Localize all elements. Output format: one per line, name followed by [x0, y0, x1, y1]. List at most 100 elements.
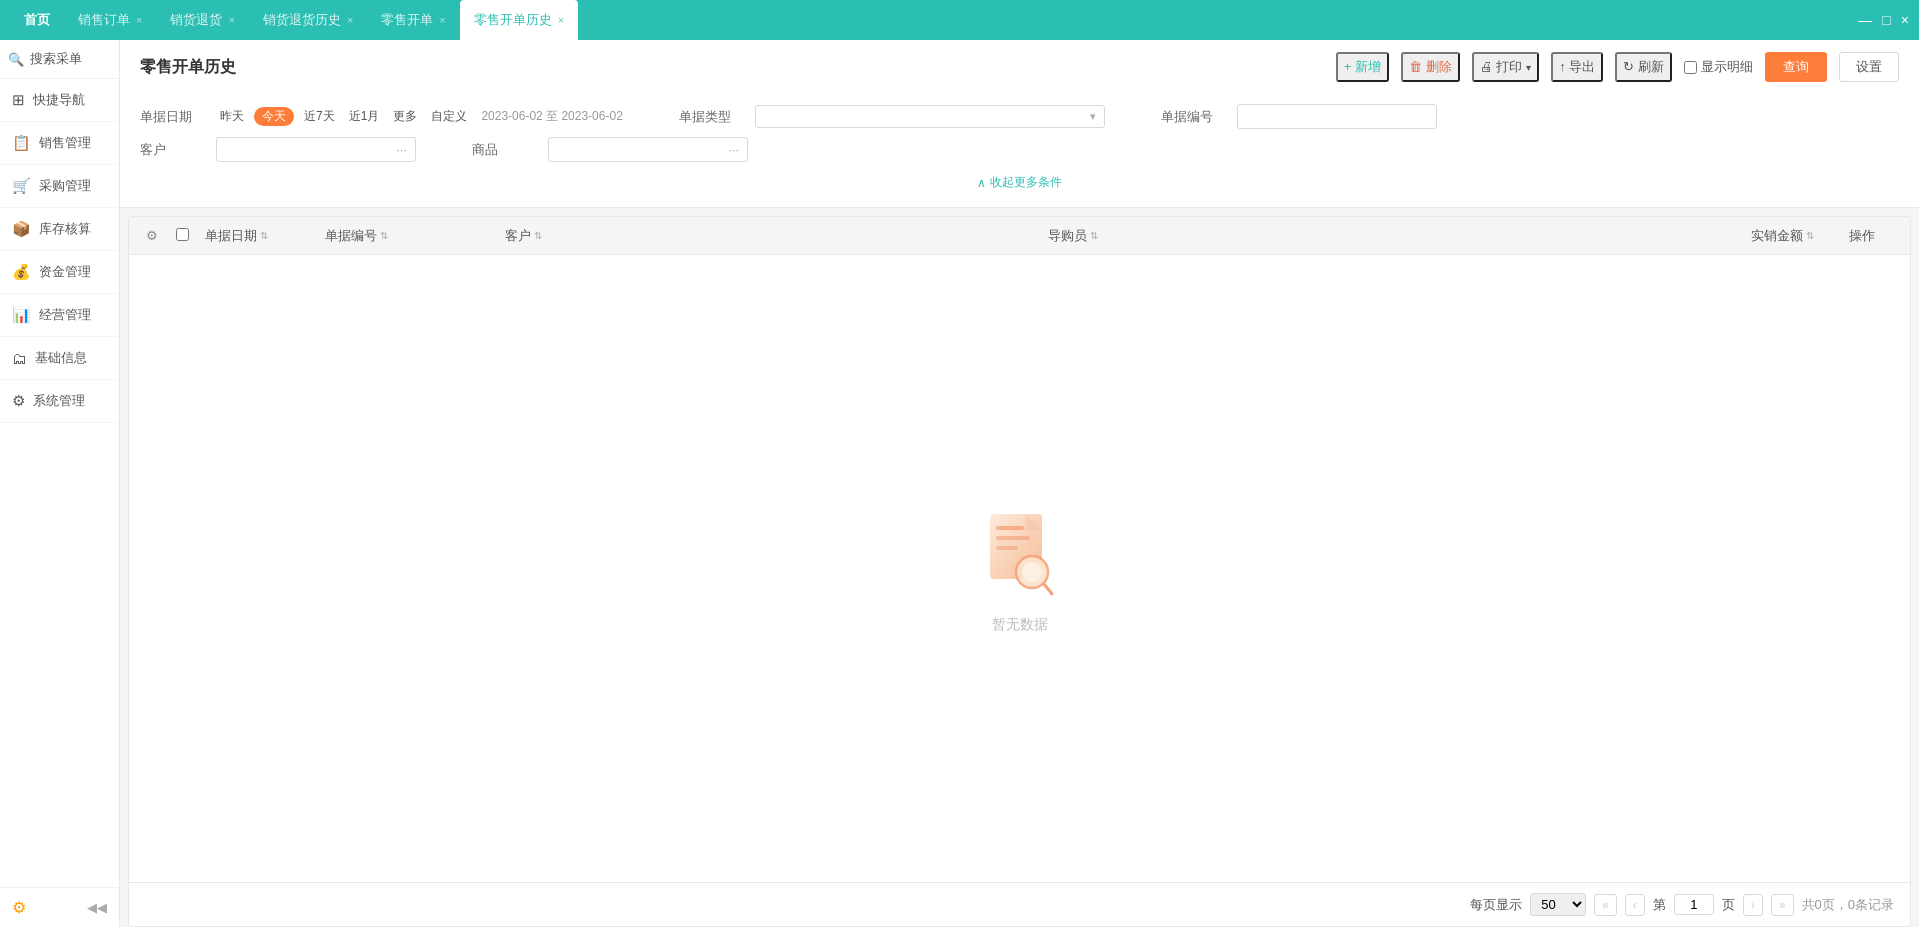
inventory-icon: 📦 — [12, 220, 31, 238]
sidebar-item-inventory-label: 库存核算 — [39, 220, 91, 238]
collapse-sidebar-icon[interactable]: ◀◀ — [87, 900, 107, 915]
svg-rect-3 — [996, 546, 1018, 550]
sidebar-item-basic-info[interactable]: 🗂 基础信息 — [0, 337, 119, 380]
sidebar-item-purchase-mgmt[interactable]: 🛒 采购管理 — [0, 165, 119, 208]
page-size-label: 每页显示 — [1470, 896, 1522, 914]
date-opt-1month[interactable]: 近1月 — [345, 107, 384, 126]
date-label: 单据日期 — [140, 108, 200, 126]
sidebar-item-sales-mgmt[interactable]: 📋 销售管理 — [0, 122, 119, 165]
prev-page-btn[interactable]: ‹ — [1625, 894, 1645, 916]
sidebar-item-finance[interactable]: 💰 资金管理 — [0, 251, 119, 294]
goods-select[interactable]: ··· — [548, 137, 748, 162]
search-icon: 🔍 — [8, 52, 24, 67]
tab-sales-order-label: 销售订单 — [78, 11, 130, 29]
tab-retail-open-history-close[interactable]: × — [558, 14, 564, 26]
sidebar-item-system-mgmt[interactable]: ⚙ 系统管理 — [0, 380, 119, 423]
date-opt-custom[interactable]: 自定义 — [427, 107, 471, 126]
table-body: 暂无数据 — [129, 255, 1910, 882]
settings-gear-icon[interactable]: ⚙ — [12, 898, 26, 917]
th-customer[interactable]: 客户 ⇅ — [497, 227, 1040, 245]
num-label: 单据编号 — [1161, 108, 1221, 126]
add-button[interactable]: + 新增 — [1336, 52, 1389, 82]
show-detail-checkbox[interactable] — [1684, 61, 1697, 74]
date-range: 2023-06-02 至 2023-06-02 — [481, 108, 622, 125]
window-min-btn[interactable]: — — [1858, 12, 1872, 28]
export-button[interactable]: ↑ 导出 — [1551, 52, 1603, 82]
th-op-label: 操作 — [1849, 227, 1875, 245]
select-all-checkbox[interactable] — [176, 228, 189, 241]
tab-sales-return-history-close[interactable]: × — [347, 14, 353, 26]
th-guide-label: 导购员 — [1048, 227, 1087, 245]
sidebar-item-quick-nav-label: 快捷导航 — [33, 91, 85, 109]
table-header: ⚙ 单据日期 ⇅ 单据编号 ⇅ 客户 ⇅ 导购员 ⇅ — [129, 217, 1910, 255]
sidebar-item-operation[interactable]: 📊 经营管理 — [0, 294, 119, 337]
tab-retail-open[interactable]: 零售开单 × — [367, 0, 459, 40]
type-label: 单据类型 — [679, 108, 739, 126]
filter-row-1: 单据日期 昨天 今天 近7天 近1月 更多 自定义 2023-06-02 至 2… — [140, 104, 1899, 129]
sales-mgmt-icon: 📋 — [12, 134, 31, 152]
tab-retail-open-history[interactable]: 零售开单历史 × — [460, 0, 578, 40]
tab-sales-return-history[interactable]: 销货退货历史 × — [249, 0, 367, 40]
customer-label: 客户 — [140, 141, 200, 159]
window-max-btn[interactable]: □ — [1882, 12, 1890, 28]
empty-illustration — [970, 504, 1070, 604]
setting-button[interactable]: 设置 — [1839, 52, 1899, 82]
tab-retail-open-close[interactable]: × — [439, 14, 445, 26]
tab-retail-open-history-label: 零售开单历史 — [474, 11, 552, 29]
query-button[interactable]: 查询 — [1765, 52, 1827, 82]
tab-sales-order-close[interactable]: × — [136, 14, 142, 26]
sidebar-search[interactable]: 🔍 搜索采单 — [0, 40, 119, 79]
svg-point-6 — [1022, 562, 1042, 582]
svg-rect-1 — [996, 526, 1024, 530]
goods-label: 商品 — [472, 141, 532, 159]
tab-sales-return[interactable]: 销货退货 × — [156, 0, 248, 40]
goods-ellipsis: ··· — [728, 142, 739, 157]
sidebar-item-operation-label: 经营管理 — [39, 306, 91, 324]
tab-sales-return-label: 销货退货 — [170, 11, 222, 29]
th-amount-label: 实销金额 — [1751, 227, 1803, 245]
svg-line-7 — [1044, 584, 1052, 594]
th-guide[interactable]: 导购员 ⇅ — [1040, 227, 1160, 245]
tab-sales-order[interactable]: 销售订单 × — [64, 0, 156, 40]
finance-icon: 💰 — [12, 263, 31, 281]
th-date[interactable]: 单据日期 ⇅ — [197, 227, 317, 245]
page-title: 零售开单历史 — [140, 57, 236, 78]
main-layout: 🔍 搜索采单 ⊞ 快捷导航 📋 销售管理 🛒 采购管理 📦 库存核算 💰 资金管… — [0, 40, 1919, 927]
next-page-btn[interactable]: › — [1743, 894, 1763, 916]
svg-rect-2 — [996, 536, 1030, 540]
page-header: 零售开单历史 + 新增 🗑 删除 🖨 打印 ▾ ↑ 导出 — [120, 40, 1919, 208]
date-opt-today[interactable]: 今天 — [254, 107, 294, 126]
th-num[interactable]: 单据编号 ⇅ — [317, 227, 497, 245]
refresh-button[interactable]: ↻ 刷新 — [1615, 52, 1672, 82]
first-page-btn[interactable]: « — [1594, 894, 1617, 916]
type-select[interactable]: ▾ — [755, 105, 1105, 128]
print-button[interactable]: 🖨 打印 ▾ — [1472, 52, 1540, 82]
tab-sales-return-close[interactable]: × — [228, 14, 234, 26]
sidebar: 🔍 搜索采单 ⊞ 快捷导航 📋 销售管理 🛒 采购管理 📦 库存核算 💰 资金管… — [0, 40, 120, 927]
system-mgmt-icon: ⚙ — [12, 392, 25, 410]
num-input[interactable] — [1237, 104, 1437, 129]
tab-home[interactable]: 首页 — [10, 0, 64, 40]
th-customer-sort-icon: ⇅ — [534, 230, 542, 241]
page-number-input[interactable] — [1674, 894, 1714, 915]
total-info: 共0页，0条记录 — [1802, 896, 1894, 914]
date-opt-more[interactable]: 更多 — [389, 107, 421, 126]
th-checkbox[interactable] — [167, 228, 197, 244]
export-button-label: ↑ 导出 — [1559, 58, 1595, 76]
type-select-arrow: ▾ — [1090, 110, 1096, 123]
date-opt-7days[interactable]: 近7天 — [300, 107, 339, 126]
date-opt-yesterday[interactable]: 昨天 — [216, 107, 248, 126]
filter-area: 单据日期 昨天 今天 近7天 近1月 更多 自定义 2023-06-02 至 2… — [140, 94, 1899, 207]
last-page-btn[interactable]: » — [1771, 894, 1794, 916]
collapse-bar[interactable]: ∧ 收起更多条件 — [140, 170, 1899, 199]
page-size-select[interactable]: 20 50 100 — [1530, 893, 1586, 916]
delete-button[interactable]: 🗑 删除 — [1401, 52, 1460, 82]
window-close-btn[interactable]: × — [1901, 12, 1909, 28]
th-amount[interactable]: 实销金额 ⇅ — [1702, 227, 1822, 245]
th-settings[interactable]: ⚙ — [137, 228, 167, 243]
customer-select[interactable]: ··· — [216, 137, 416, 162]
sidebar-item-quick-nav[interactable]: ⊞ 快捷导航 — [0, 79, 119, 122]
sidebar-item-inventory[interactable]: 📦 库存核算 — [0, 208, 119, 251]
print-dropdown-icon: ▾ — [1526, 62, 1531, 73]
sidebar-item-sales-mgmt-label: 销售管理 — [39, 134, 91, 152]
